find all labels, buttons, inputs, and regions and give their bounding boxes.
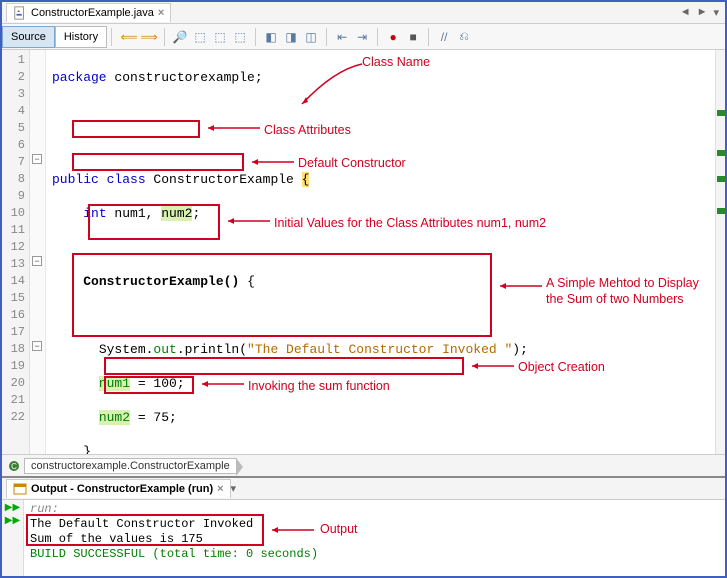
menu-icon[interactable]: ▾	[231, 482, 237, 495]
svg-text:C: C	[11, 462, 17, 471]
console-line: run:	[30, 502, 719, 517]
source-tab[interactable]: Source	[2, 26, 55, 48]
console-line: The Default Constructor Invoked	[30, 517, 719, 532]
annotation: the Sum of two Numbers	[546, 291, 684, 308]
code-line	[52, 137, 715, 154]
highlight-box	[104, 357, 464, 375]
console-line: BUILD SUCCESSFUL (total time: 0 seconds)	[30, 547, 719, 562]
output-tab[interactable]: Output - ConstructorExample (run) ×	[6, 479, 231, 498]
highlight-box	[72, 153, 244, 171]
fold-column: − − −	[30, 50, 46, 454]
breadcrumb: C constructorexample.ConstructorExample	[2, 454, 725, 476]
code-line	[52, 103, 715, 120]
output-tab-label: Output - ConstructorExample (run)	[31, 483, 213, 495]
start-macro-icon[interactable]: ●	[384, 28, 402, 46]
fold-toggle-icon[interactable]: −	[32, 154, 42, 164]
editor-tabs: ConstructorExample.java × ◄ ► ▾	[2, 2, 725, 24]
toggle-hl-icon[interactable]: ⬚	[231, 28, 249, 46]
file-tab-label: ConstructorExample.java	[31, 7, 154, 19]
find-sel-icon[interactable]: 🔎	[171, 28, 189, 46]
file-tab[interactable]: ConstructorExample.java ×	[6, 3, 171, 22]
ide-window: ConstructorExample.java × ◄ ► ▾ Source H…	[0, 0, 727, 578]
code-line	[52, 307, 715, 324]
prev-icon[interactable]: ◄	[680, 6, 691, 19]
next-icon[interactable]: ►	[697, 6, 708, 19]
find-prev-icon[interactable]: ⬚	[191, 28, 209, 46]
toolbar-icons: ⟸ ⟹ 🔎 ⬚ ⬚ ⬚ ◧ ◨ ◫ ⇤ ⇥ ● ■ // ⎌	[116, 28, 473, 46]
editor-toolbar: Source History ⟸ ⟹ 🔎 ⬚ ⬚ ⬚ ◧ ◨ ◫ ⇤ ⇥ ● ■…	[2, 24, 725, 50]
console[interactable]: run: The Default Constructor Invoked Sum…	[24, 500, 725, 576]
highlight-box	[72, 253, 492, 337]
nav-back-icon[interactable]: ⟸	[120, 28, 138, 46]
shift-left-icon[interactable]: ⇤	[333, 28, 351, 46]
code-line: }	[52, 443, 715, 454]
run-icon[interactable]: ▶▶	[5, 515, 20, 526]
highlight-box	[72, 120, 200, 138]
code-line: num2 = 75;	[52, 409, 715, 426]
find-next-icon[interactable]: ⬚	[211, 28, 229, 46]
close-icon[interactable]: ×	[217, 483, 223, 495]
java-file-icon	[13, 6, 27, 20]
breadcrumb-item[interactable]: constructorexample.ConstructorExample	[24, 458, 237, 474]
editor-window-controls: ◄ ► ▾	[680, 6, 725, 19]
comment-icon[interactable]: //	[435, 28, 453, 46]
close-icon[interactable]: ×	[158, 7, 164, 19]
code-line: System.out.println("The Default Construc…	[52, 341, 715, 358]
prev-bookmark-icon[interactable]: ◧	[262, 28, 280, 46]
nav-fwd-icon[interactable]: ⟹	[140, 28, 158, 46]
code-line: ConstructorExample() {	[52, 273, 715, 290]
fold-toggle-icon[interactable]: −	[32, 341, 42, 351]
code-line	[52, 239, 715, 256]
code-line: package constructorexample;	[52, 69, 715, 86]
stop-macro-icon[interactable]: ■	[404, 28, 422, 46]
error-stripe	[715, 50, 725, 454]
class-icon: C	[8, 460, 20, 472]
console-line: Sum of the values is 175	[30, 532, 719, 547]
code-line: public class ConstructorExample {	[52, 171, 715, 188]
code-line: int num1, num2;	[52, 205, 715, 222]
next-bookmark-icon[interactable]: ◨	[282, 28, 300, 46]
output-tabs: Output - ConstructorExample (run) × ▾	[2, 478, 725, 500]
shift-right-icon[interactable]: ⇥	[353, 28, 371, 46]
toggle-bookmark-icon[interactable]: ◫	[302, 28, 320, 46]
code-editor[interactable]: 1 2 3 4 5 6 7 8 9 10 11 12 13 14 15 16 1…	[2, 50, 725, 454]
fold-toggle-icon[interactable]: −	[32, 256, 42, 266]
annotation: Default Constructor	[298, 155, 406, 172]
history-tab[interactable]: History	[55, 26, 107, 48]
rerun-icon[interactable]: ▶▶	[5, 502, 20, 513]
uncomment-icon[interactable]: ⎌	[455, 28, 473, 46]
code-area[interactable]: package constructorexample; public class…	[46, 50, 715, 454]
annotation: Object Creation	[518, 359, 605, 376]
code-line: num1 = 100;	[52, 375, 715, 392]
line-number-gutter: 1 2 3 4 5 6 7 8 9 10 11 12 13 14 15 16 1…	[2, 50, 30, 454]
menu-icon[interactable]: ▾	[713, 6, 719, 19]
output-icon	[13, 482, 27, 496]
output-controls: ▶▶ ▶▶	[2, 500, 24, 576]
output-panel: Output - ConstructorExample (run) × ▾ ▶▶…	[2, 476, 725, 576]
